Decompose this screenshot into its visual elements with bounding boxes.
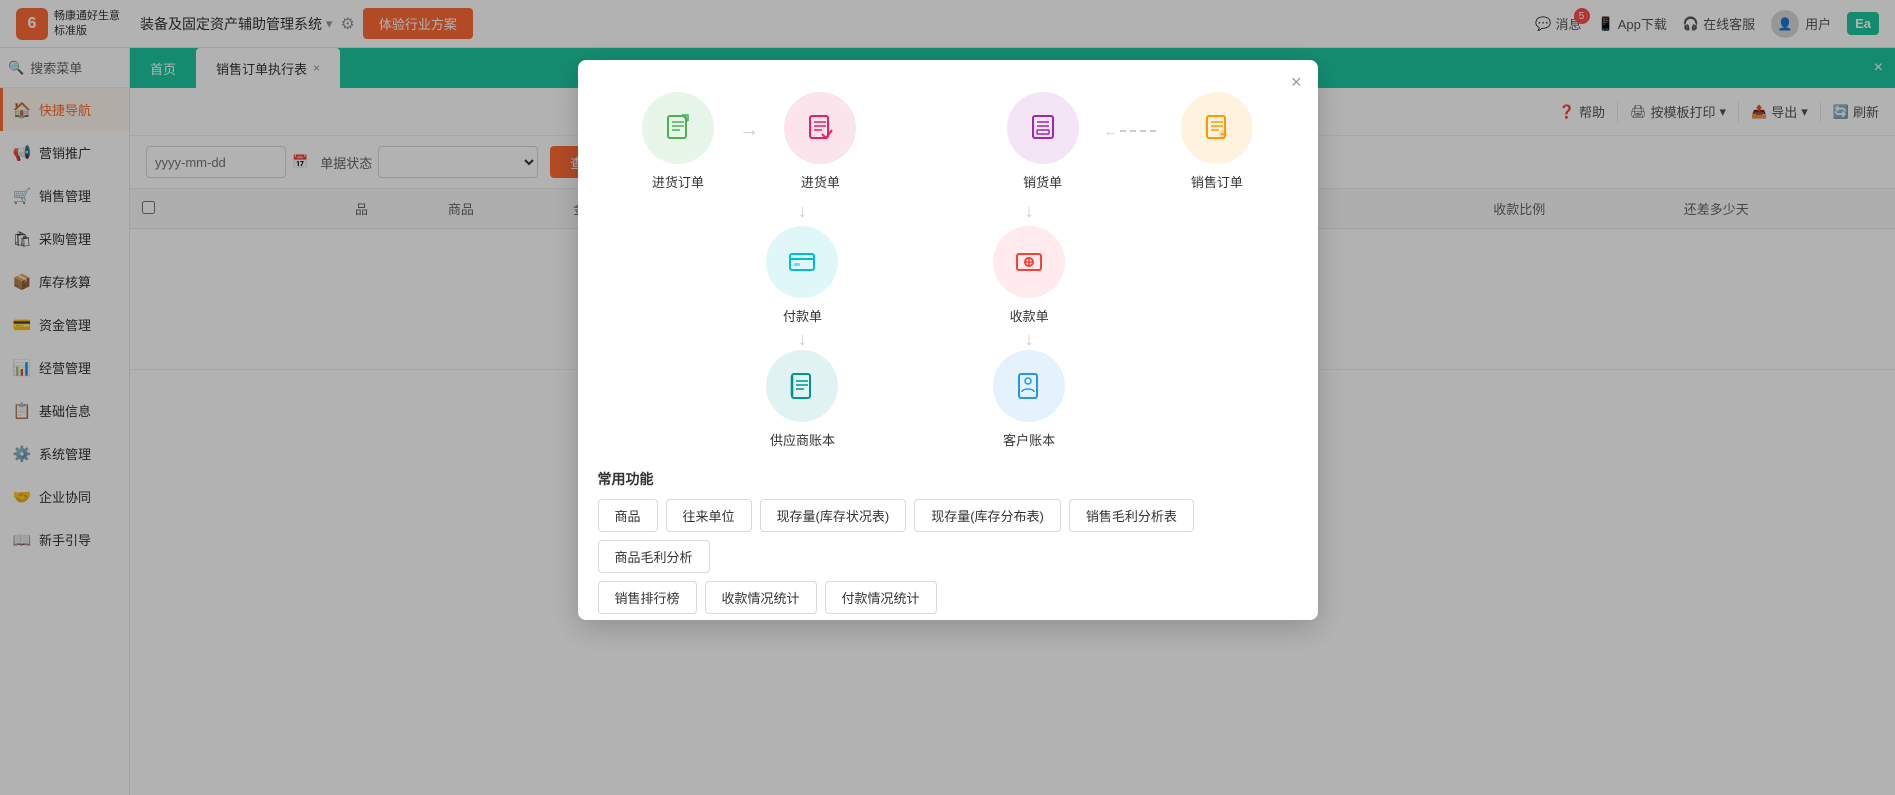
arrow-down-customer: ↓	[1025, 329, 1034, 350]
purchase-order-label: 进货订单	[652, 172, 704, 191]
modal-overlay: × 进货订单 → 进货单	[0, 0, 1895, 795]
sales-bill-label: 销货单	[1023, 172, 1062, 191]
payment-label: 付款单	[783, 306, 822, 325]
sales-bill-icon	[1007, 92, 1079, 164]
arrow-1: →	[739, 119, 759, 164]
customer-ledger-icon	[993, 350, 1065, 422]
func-btn-stock-status[interactable]: 现存量(库存状况表)	[760, 499, 907, 532]
flow-node-customer-ledger[interactable]: 客户账本	[969, 350, 1089, 449]
common-functions-area: 常用功能 商品 往来单位 现存量(库存状况表) 现存量(库存分布表) 销售毛利分…	[578, 469, 1318, 620]
func-btn-payment-stats[interactable]: 付款情况统计	[825, 581, 937, 614]
sales-order-icon	[1181, 92, 1253, 164]
flow-node-payment[interactable]: 付款单	[742, 226, 862, 325]
arrow-down-supplier: ↓	[798, 329, 807, 350]
purchase-order-icon	[642, 92, 714, 164]
func-btn-stock-dist[interactable]: 现存量(库存分布表)	[914, 499, 1061, 532]
func-btn-row-1: 商品 往来单位 现存量(库存状况表) 现存量(库存分布表) 销售毛利分析表 商品…	[598, 499, 1298, 573]
func-btn-goods-profit[interactable]: 商品毛利分析	[598, 540, 710, 573]
receipt-col: ↓ 收款单 ↓	[969, 201, 1089, 350]
func-btn-goods[interactable]: 商品	[598, 499, 658, 532]
flow-node-supplier-ledger[interactable]: 供应商账本	[742, 350, 862, 449]
sales-order-label: 销售订单	[1191, 172, 1243, 191]
payment-col: ↓ 付款单 ↓	[742, 201, 862, 350]
receipt-label: 收款单	[1010, 306, 1049, 325]
arrow-down-receipt: ↓	[1025, 201, 1034, 222]
purchase-bill-label: 进货单	[801, 172, 840, 191]
flow-node-purchase-order[interactable]: 进货订单	[618, 92, 738, 191]
flow-node-sales-order[interactable]: 销售订单	[1157, 92, 1277, 191]
customer-ledger-label: 客户账本	[1003, 430, 1055, 449]
payment-icon	[766, 226, 838, 298]
flow-node-sales-bill[interactable]: 销货单	[983, 92, 1103, 191]
arrow-down-payment: ↓	[798, 201, 807, 222]
dashed-arrow-2: ←	[1104, 123, 1156, 161]
func-btn-units[interactable]: 往来单位	[666, 499, 752, 532]
func-btn-receipt-stats[interactable]: 收款情况统计	[705, 581, 817, 614]
func-btn-sales-analysis[interactable]: 销售毛利分析表	[1069, 499, 1194, 532]
func-btn-sales-rank[interactable]: 销售排行榜	[598, 581, 697, 614]
func-btn-row-2: 销售排行榜 收款情况统计 付款情况统计	[598, 581, 1298, 614]
flow-diagram: 进货订单 → 进货单 销货单	[578, 60, 1318, 469]
modal-close-button[interactable]: ×	[1291, 72, 1302, 93]
spacer-1	[881, 131, 981, 153]
flow-node-purchase-bill[interactable]: 进货单	[760, 92, 880, 191]
receipt-icon	[993, 226, 1065, 298]
purchase-bill-icon	[784, 92, 856, 164]
supplier-ledger-icon	[766, 350, 838, 422]
common-func-title: 常用功能	[598, 469, 1298, 489]
supplier-ledger-label: 供应商账本	[770, 430, 835, 449]
flow-node-receipt[interactable]: 收款单	[969, 226, 1089, 325]
modal: × 进货订单 → 进货单	[578, 60, 1318, 620]
